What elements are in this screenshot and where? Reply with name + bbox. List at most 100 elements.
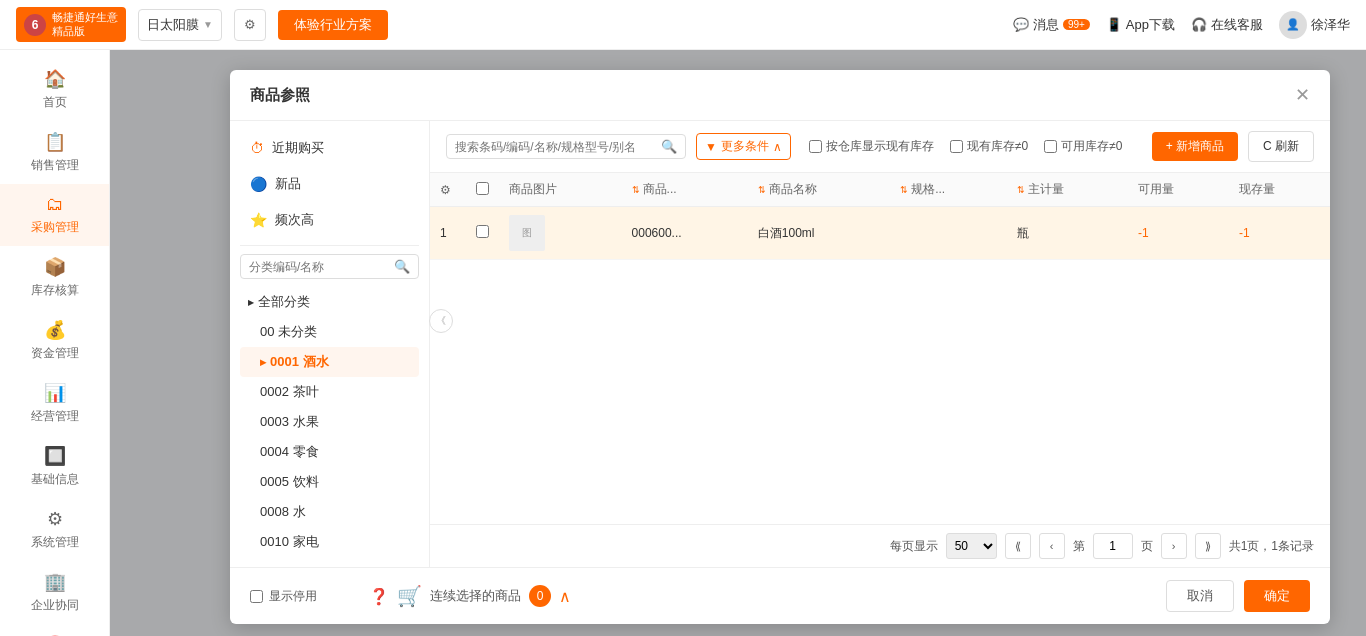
app-download-nav-item[interactable]: 📱 App下载	[1106, 16, 1175, 34]
new-icon: 🔵	[250, 176, 267, 192]
row-img: 图	[499, 207, 622, 260]
refresh-button[interactable]: C 刷新	[1248, 131, 1314, 162]
message-nav-item[interactable]: 💬 消息 99+	[1013, 16, 1090, 34]
trial-button[interactable]: 体验行业方案	[278, 10, 388, 40]
pagination: 每页显示 50 10 20 100 ⟪ ‹ 第 页 › ⟫	[430, 524, 1330, 567]
enterprise-icon: 🏢	[44, 571, 66, 593]
recent-icon: ⏱	[250, 140, 264, 156]
tab-frequent[interactable]: ⭐ 频次高	[240, 203, 419, 237]
tree-item-00[interactable]: 00 未分类	[240, 317, 419, 347]
new-product-button[interactable]: + 新增商品	[1152, 132, 1238, 161]
tree-item-0002[interactable]: 0002 茶叶	[240, 377, 419, 407]
category-search-icon[interactable]: 🔍	[394, 259, 410, 274]
sidebar-item-enterprise[interactable]: 🏢 企业协同	[0, 561, 109, 624]
category-search-input[interactable]	[249, 260, 390, 274]
finance-icon: 💰	[44, 319, 66, 341]
tree-item-0008[interactable]: 0008 水	[240, 497, 419, 527]
select-all-checkbox[interactable]	[476, 182, 489, 195]
sidebar-item-home[interactable]: 🏠 首页	[0, 58, 109, 121]
sidebar-item-sales[interactable]: 📋 销售管理	[0, 121, 109, 184]
product-reference-dialog: 商品参照 ✕ ⏱ 近期购买 🔵 新品	[230, 70, 1330, 624]
col-available: 可用量	[1128, 173, 1229, 207]
col-name: ⇅ 商品名称	[748, 173, 890, 207]
tree-item-0005[interactable]: 0005 饮料	[240, 467, 419, 497]
toolbar: 🔍 ▼ 更多条件 ∧ 按仓库显示现有库存	[430, 121, 1330, 173]
sidebar-item-finance[interactable]: 💰 资金管理	[0, 309, 109, 372]
home-icon: 🏠	[44, 68, 66, 90]
sidebar-item-purchase[interactable]: 🗂 采购管理	[0, 184, 109, 246]
chk-stock-nonzero-input[interactable]	[950, 140, 963, 153]
sidebar-item-guide[interactable]: 🎯 新手引导	[0, 624, 109, 636]
inventory-icon: 📦	[44, 256, 66, 278]
product-search-input[interactable]	[455, 140, 657, 154]
last-page-button[interactable]: ⟫	[1195, 533, 1221, 559]
tree-item-0003[interactable]: 0003 水果	[240, 407, 419, 437]
cart-icon[interactable]: 🛒	[397, 584, 422, 608]
table-row[interactable]: 1 图 000600... 白酒100ml	[430, 207, 1330, 260]
top-nav: 6 畅捷通好生意 精品版 日太阳膜 ▼ ⚙ 体验行业方案 💬 消息 99+ 📱 …	[0, 0, 1366, 50]
chk-by-warehouse-input[interactable]	[809, 140, 822, 153]
online-service-nav-item[interactable]: 🎧 在线客服	[1191, 16, 1263, 34]
system-icon: ⚙	[47, 508, 63, 530]
sort-icon-spec: ⇅	[900, 185, 908, 195]
settings-icon[interactable]: ⚙	[234, 9, 266, 41]
prev-page-button[interactable]: ‹	[1039, 533, 1065, 559]
collapse-panel-button[interactable]: 《	[429, 309, 453, 333]
more-filter-button[interactable]: ▼ 更多条件 ∧	[696, 133, 791, 160]
per-page-select[interactable]: 50 10 20 100	[946, 533, 997, 559]
next-page-button[interactable]: ›	[1161, 533, 1187, 559]
headset-icon: 🎧	[1191, 17, 1207, 32]
row-check	[466, 207, 499, 260]
col-img: 商品图片	[499, 173, 622, 207]
sidebar-item-basic[interactable]: 🔲 基础信息	[0, 435, 109, 498]
confirm-button[interactable]: 确定	[1244, 580, 1310, 612]
sidebar-item-operation[interactable]: 📊 经营管理	[0, 372, 109, 435]
left-panel: ⏱ 近期购买 🔵 新品 ⭐ 频次高	[230, 121, 430, 567]
row-checkbox[interactable]	[476, 225, 489, 238]
help-icon[interactable]: ❓	[369, 587, 389, 606]
table-header-row: ⚙ 商品图片	[430, 173, 1330, 207]
chk-available-nonzero[interactable]: 可用库存≠0	[1044, 138, 1122, 155]
left-panel-tabs: ⏱ 近期购买 🔵 新品 ⭐ 频次高	[230, 131, 429, 237]
row-name: 白酒100ml	[748, 207, 890, 260]
logo[interactable]: 6 畅捷通好生意 精品版	[16, 7, 126, 41]
filter-checkboxes: 按仓库显示现有库存 现有库存≠0 可用库存≠0	[809, 138, 1123, 155]
show-disabled-checkbox[interactable]: 显示停用	[250, 588, 317, 605]
sort-icon: ⇅	[632, 185, 640, 195]
dialog-header: 商品参照 ✕	[230, 70, 1330, 121]
chk-available-nonzero-input[interactable]	[1044, 140, 1057, 153]
product-search-icon[interactable]: 🔍	[661, 139, 677, 154]
show-disabled-input[interactable]	[250, 590, 263, 603]
tree-item-0004[interactable]: 0004 零食	[240, 437, 419, 467]
expand-icon: ▶	[248, 298, 254, 307]
category-search: 🔍	[240, 254, 419, 279]
tree-item-all[interactable]: ▶ 全部分类	[240, 287, 419, 317]
sort-icon-unit: ⇅	[1017, 185, 1025, 195]
tab-recent[interactable]: ⏱ 近期购买	[240, 131, 419, 165]
cart-count-badge: 0	[529, 585, 551, 607]
dialog-close-button[interactable]: ✕	[1295, 84, 1310, 106]
purchase-icon: 🗂	[46, 194, 64, 215]
product-thumbnail: 图	[509, 215, 545, 251]
chk-stock-nonzero[interactable]: 现有库存≠0	[950, 138, 1028, 155]
user-nav-item[interactable]: 👤 徐泽华	[1279, 11, 1350, 39]
category-tree: ▶ 全部分类 00 未分类 ▶ 0001 酒水 0002 茶叶	[230, 287, 429, 557]
branch-selector[interactable]: 日太阳膜 ▼	[138, 9, 222, 41]
tab-new[interactable]: 🔵 新品	[240, 167, 419, 201]
col-check	[466, 173, 499, 207]
main-layout: 🏠 首页 📋 销售管理 🗂 采购管理 📦 库存核算 💰 资金管理 📊 经营管理 …	[0, 50, 1366, 636]
sidebar-item-system[interactable]: ⚙ 系统管理	[0, 498, 109, 561]
tree-item-0001[interactable]: ▶ 0001 酒水	[240, 347, 419, 377]
chevron-up-icon: ∧	[773, 140, 782, 154]
chk-by-warehouse[interactable]: 按仓库显示现有库存	[809, 138, 934, 155]
page-number-input[interactable]	[1093, 533, 1133, 559]
sidebar: 🏠 首页 📋 销售管理 🗂 采购管理 📦 库存核算 💰 资金管理 📊 经营管理 …	[0, 50, 110, 636]
first-page-button[interactable]: ⟪	[1005, 533, 1031, 559]
col-settings[interactable]: ⚙	[430, 173, 466, 207]
sidebar-item-inventory[interactable]: 📦 库存核算	[0, 246, 109, 309]
tree-item-0010[interactable]: 0010 家电	[240, 527, 419, 557]
cart-collapse-icon[interactable]: ∧	[559, 587, 571, 606]
sort-icon-name: ⇅	[758, 185, 766, 195]
cancel-button[interactable]: 取消	[1166, 580, 1234, 612]
row-available: -1	[1128, 207, 1229, 260]
